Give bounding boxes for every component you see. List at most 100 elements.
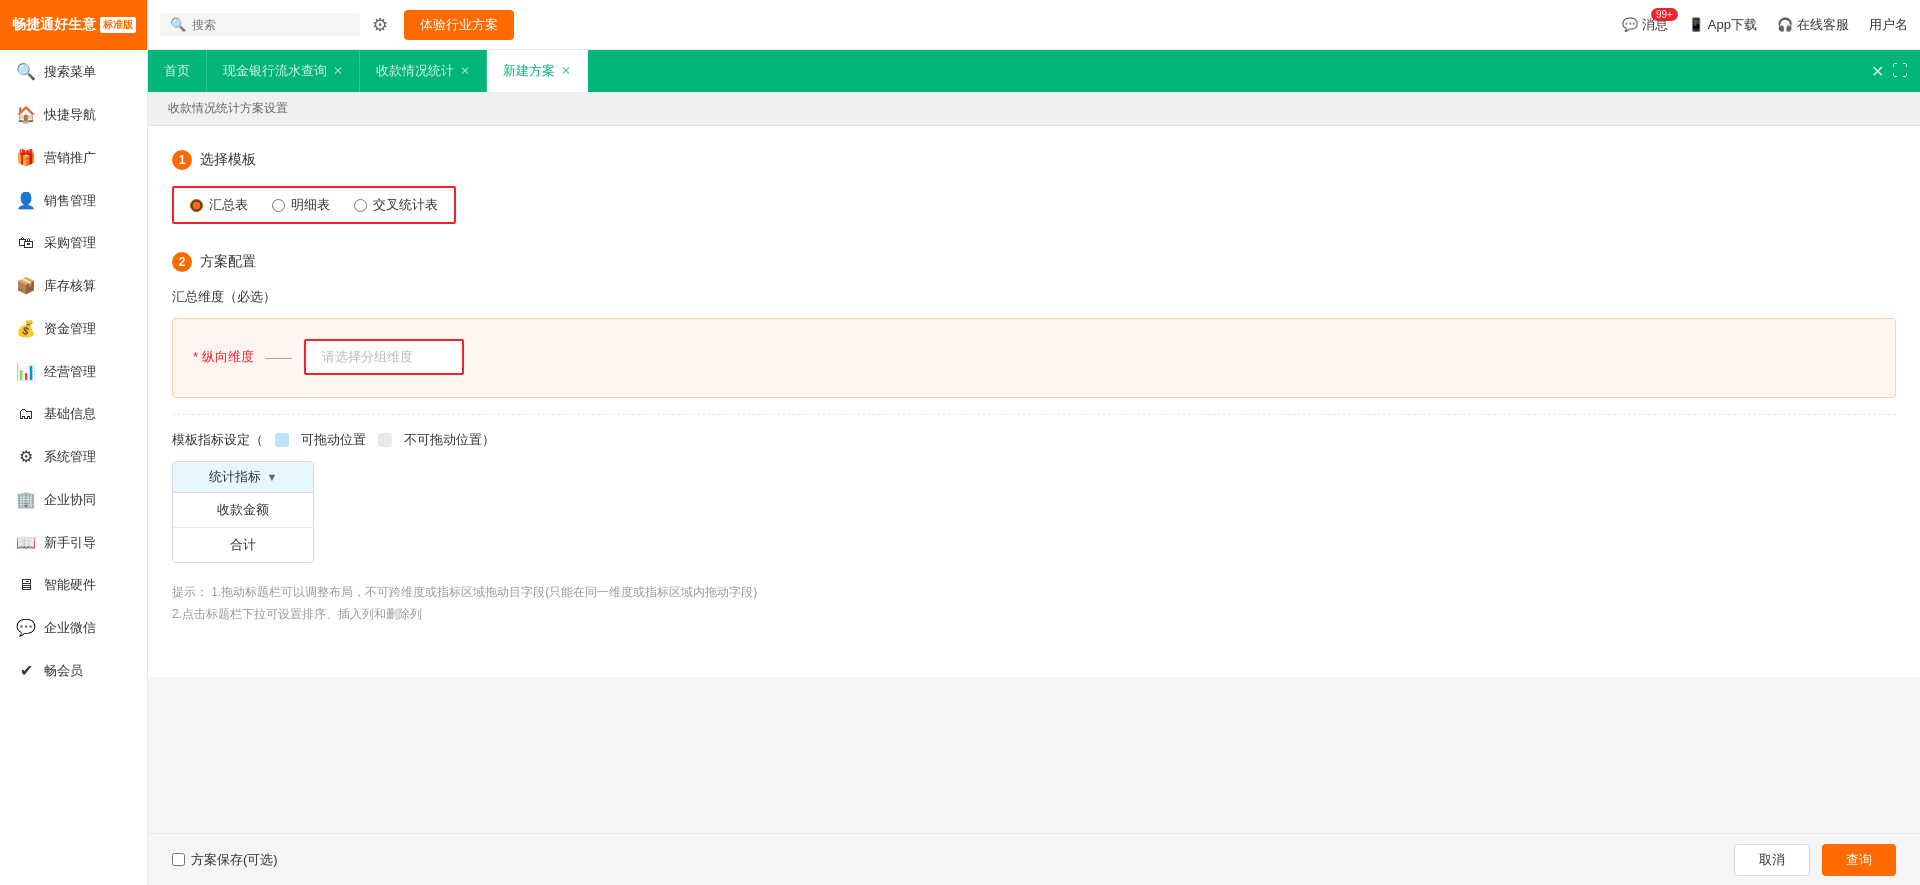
step1-title-text: 选择模板 bbox=[200, 151, 256, 169]
header: 🔍 ⚙ 体验行业方案 💬 消息 99+ 📱 App下载 🎧 在线客服 用户名 bbox=[148, 0, 1920, 50]
sidebar-label-finance: 资金管理 bbox=[44, 320, 96, 338]
sidebar-item-wechat[interactable]: 💬企业微信 bbox=[0, 606, 147, 649]
service-link[interactable]: 🎧 在线客服 bbox=[1777, 16, 1849, 34]
sidebar-icon-marketing: 🎁 bbox=[16, 148, 36, 167]
sidebar-item-enterprise[interactable]: 🏢 企业协同 bbox=[0, 478, 147, 521]
app-download-link[interactable]: 📱 App下载 bbox=[1688, 16, 1757, 34]
tab-home-label: 首页 bbox=[164, 62, 190, 80]
dim-section-label: 汇总维度（必选） bbox=[172, 288, 1896, 306]
sidebar-item-inventory[interactable]: 📦库存核算 bbox=[0, 264, 147, 307]
sidebar-label-enterprise: 企业协同 bbox=[44, 491, 96, 509]
logo-badge: 标准版 bbox=[100, 17, 136, 33]
search-input[interactable] bbox=[192, 18, 332, 32]
stat-header-label: 统计指标 bbox=[209, 468, 261, 486]
vertical-dim-row: * 纵向维度 —— 请选择分组维度 bbox=[193, 339, 1875, 375]
radio-cross[interactable]: 交叉统计表 bbox=[354, 196, 438, 214]
vertical-dim-label: * 纵向维度 bbox=[193, 348, 254, 366]
tab-bank-flow[interactable]: 现金银行流水查询 ✕ bbox=[207, 50, 360, 92]
window-expand-icon[interactable]: ⛶ bbox=[1892, 62, 1908, 80]
step2-badge: 2 bbox=[172, 252, 192, 272]
sidebar-item-operation[interactable]: 📊经营管理 bbox=[0, 350, 147, 393]
user-name[interactable]: 用户名 bbox=[1869, 16, 1908, 34]
sidebar-item-finance[interactable]: 💰资金管理 bbox=[0, 307, 147, 350]
cancel-button[interactable]: 取消 bbox=[1734, 844, 1810, 876]
sidebar-icon-member: ✔ bbox=[16, 661, 36, 680]
radio-cross-input[interactable] bbox=[354, 199, 367, 212]
radio-detail-input[interactable] bbox=[272, 199, 285, 212]
step1-badge: 1 bbox=[172, 150, 192, 170]
sidebar: 畅捷通好生意 标准版 🔍搜索菜单 🏠 快捷导航 🎁 营销推广 👤销售管理🛍采购管理📦库存核… bbox=[0, 0, 148, 885]
stat-table: 统计指标 ▼ 收款金额 合计 bbox=[172, 461, 314, 563]
radio-detail-label: 明细表 bbox=[291, 196, 330, 214]
tab-bar-actions: ✕ ⛶ bbox=[1871, 62, 1920, 81]
sidebar-item-guide[interactable]: 📖 新手引导 bbox=[0, 521, 147, 564]
tab-bank-flow-close[interactable]: ✕ bbox=[333, 64, 343, 78]
tab-receipt-stats[interactable]: 收款情况统计 ✕ bbox=[360, 50, 487, 92]
sidebar-item-hardware[interactable]: 🖥智能硬件 bbox=[0, 564, 147, 606]
unmovable-dot bbox=[378, 433, 392, 447]
tab-receipt-stats-label: 收款情况统计 bbox=[376, 62, 454, 80]
message-link[interactable]: 💬 消息 99+ bbox=[1622, 16, 1668, 34]
step2-title-text: 方案配置 bbox=[200, 253, 256, 271]
sidebar-item-purchase[interactable]: 🛍采购管理 bbox=[0, 222, 147, 264]
sidebar-item-search-menu[interactable]: 🔍搜索菜单 bbox=[0, 50, 147, 93]
sidebar-item-basic[interactable]: 🗂基础信息 bbox=[0, 393, 147, 435]
sidebar-item-sales[interactable]: 👤销售管理 bbox=[0, 179, 147, 222]
stat-dropdown-icon[interactable]: ▼ bbox=[267, 471, 278, 483]
sidebar-icon-inventory: 📦 bbox=[16, 276, 36, 295]
form-card: 1 选择模板 汇总表 明细表 交叉统计表 bbox=[148, 126, 1920, 677]
step1-section: 1 选择模板 汇总表 明细表 交叉统计表 bbox=[172, 150, 1896, 224]
logo-text: 畅捷通好生意 bbox=[12, 16, 96, 34]
sidebar-icon-quick-nav: 🏠 bbox=[16, 105, 36, 124]
tab-receipt-stats-close[interactable]: ✕ bbox=[460, 64, 470, 78]
dim-selector[interactable]: 请选择分组维度 bbox=[304, 339, 464, 375]
total-label: 合计 bbox=[173, 527, 313, 562]
radio-summary-label: 汇总表 bbox=[209, 196, 248, 214]
search-bar[interactable]: 🔍 bbox=[160, 13, 360, 36]
trial-button[interactable]: 体验行业方案 bbox=[404, 10, 514, 40]
sidebar-label-quick-nav: 快捷导航 bbox=[44, 106, 96, 124]
dim-arrow: —— bbox=[266, 350, 292, 365]
sidebar-item-quick-nav[interactable]: 🏠 快捷导航 bbox=[0, 93, 147, 136]
sidebar-icon-hardware: 🖥 bbox=[16, 576, 36, 594]
tab-new-plan[interactable]: 新建方案 ✕ bbox=[487, 50, 588, 92]
step1-title: 1 选择模板 bbox=[172, 150, 1896, 170]
dim-selector-text: 请选择分组维度 bbox=[322, 348, 413, 366]
unmovable-label: 不可拖动位置） bbox=[404, 431, 495, 449]
sidebar-icon-guide: 📖 bbox=[16, 533, 36, 552]
footer: 方案保存(可选) 取消 查询 bbox=[148, 833, 1920, 885]
movable-dot bbox=[275, 433, 289, 447]
radio-summary[interactable]: 汇总表 bbox=[190, 196, 248, 214]
radio-summary-input[interactable] bbox=[190, 199, 203, 212]
save-option: 方案保存(可选) bbox=[172, 851, 278, 869]
sidebar-label-system: 系统管理 bbox=[44, 448, 96, 466]
radio-cross-label: 交叉统计表 bbox=[373, 196, 438, 214]
save-label: 方案保存(可选) bbox=[191, 851, 278, 869]
settings-icon[interactable]: ⚙ bbox=[372, 14, 388, 36]
amount-label: 收款金额 bbox=[173, 493, 313, 527]
window-close-icon[interactable]: ✕ bbox=[1871, 62, 1884, 81]
tab-bank-flow-label: 现金银行流水查询 bbox=[223, 62, 327, 80]
sidebar-icon-purchase: 🛍 bbox=[16, 234, 36, 252]
sidebar-label-marketing: 营销推广 bbox=[44, 149, 96, 167]
query-button[interactable]: 查询 bbox=[1822, 844, 1896, 876]
tab-home[interactable]: 首页 bbox=[148, 50, 207, 92]
step2-title: 2 方案配置 bbox=[172, 252, 1896, 272]
tab-bar: 首页 现金银行流水查询 ✕ 收款情况统计 ✕ 新建方案 ✕ ✕ ⛶ bbox=[148, 50, 1920, 92]
radio-detail[interactable]: 明细表 bbox=[272, 196, 330, 214]
save-checkbox[interactable] bbox=[172, 853, 185, 866]
main-area: 🔍 ⚙ 体验行业方案 💬 消息 99+ 📱 App下载 🎧 在线客服 用户名 首… bbox=[148, 0, 1920, 885]
sidebar-label-basic: 基础信息 bbox=[44, 405, 96, 423]
sidebar-icon-enterprise: 🏢 bbox=[16, 490, 36, 509]
breadcrumb: 收款情况统计方案设置 bbox=[148, 92, 1920, 126]
sidebar-item-marketing[interactable]: 🎁 营销推广 bbox=[0, 136, 147, 179]
sidebar-label-guide: 新手引导 bbox=[44, 534, 96, 552]
footer-actions: 取消 查询 bbox=[1734, 844, 1896, 876]
sidebar-item-member[interactable]: ✔畅会员 bbox=[0, 649, 147, 692]
service-icon: 🎧 bbox=[1777, 17, 1793, 32]
sidebar-item-system[interactable]: ⚙系统管理 bbox=[0, 435, 147, 478]
tab-new-plan-close[interactable]: ✕ bbox=[561, 64, 571, 78]
stat-table-header[interactable]: 统计指标 ▼ bbox=[173, 462, 313, 493]
indicator-header: 模板指标设定（ 可拖动位置 不可拖动位置） bbox=[172, 431, 1896, 449]
sidebar-label-wechat: 企业微信 bbox=[44, 619, 96, 637]
